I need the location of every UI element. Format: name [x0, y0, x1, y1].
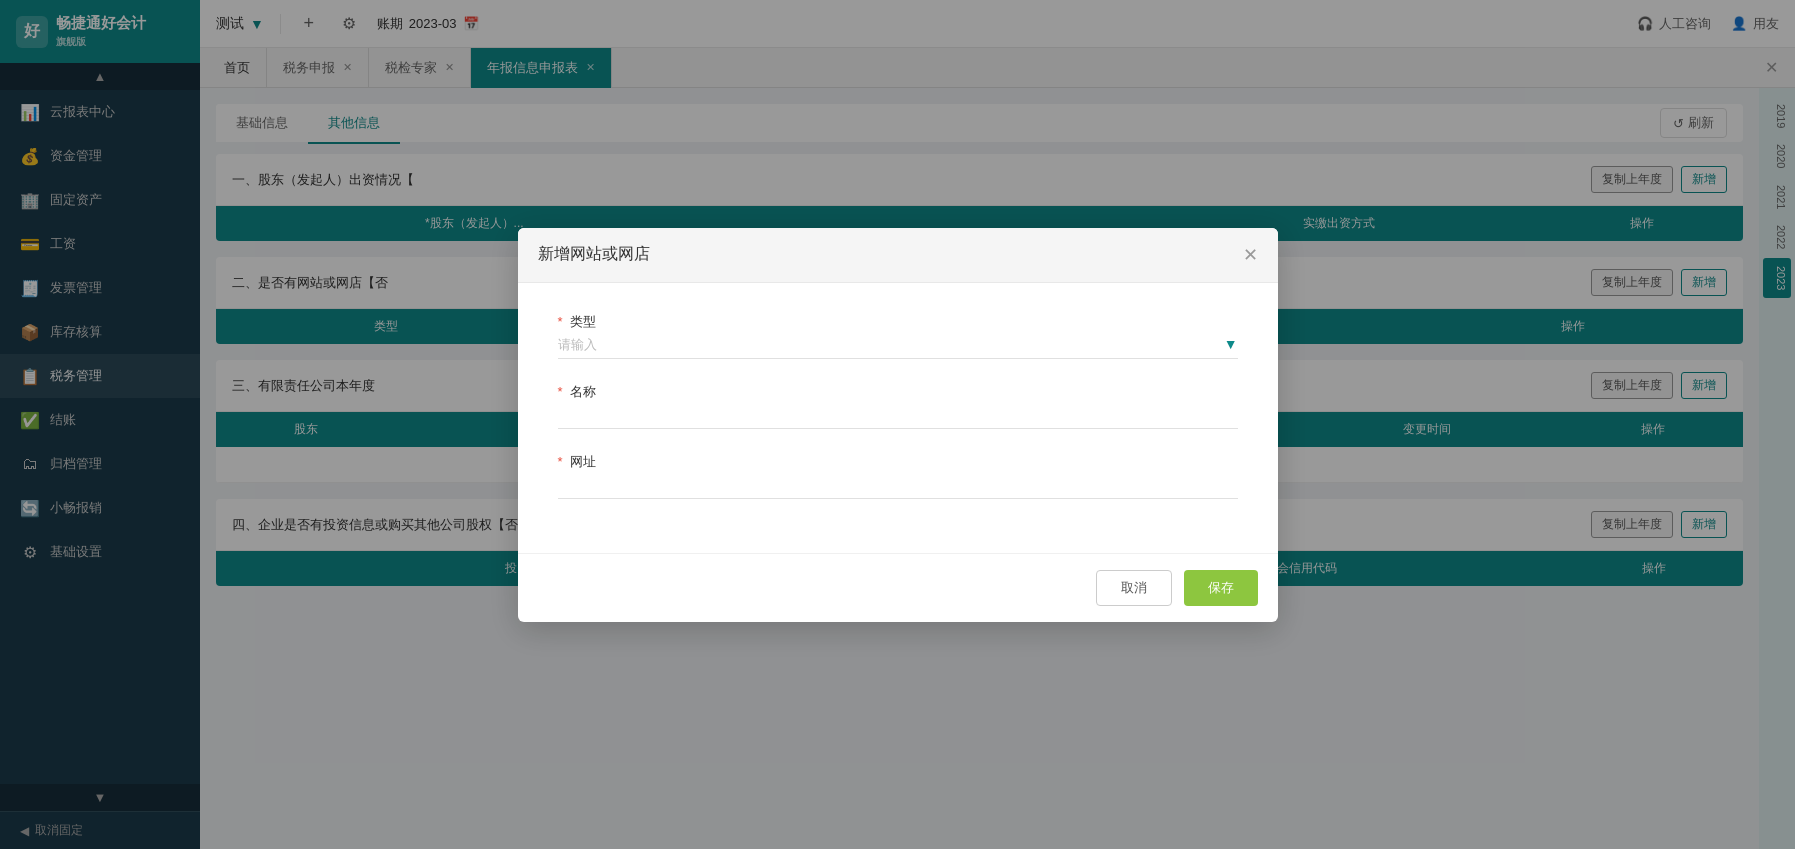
form-row-type: * 类型 ▼ [558, 313, 1238, 359]
modal-add-website: 新增网站或网店 ✕ * 类型 ▼ * 名称 * 网址 [518, 228, 1278, 622]
url-label-text: 网址 [570, 454, 596, 469]
type-input[interactable] [558, 331, 1224, 358]
type-chevron-icon[interactable]: ▼ [1224, 336, 1238, 352]
modal-title: 新增网站或网店 [538, 244, 650, 265]
type-required-star: * [558, 314, 563, 329]
modal-body: * 类型 ▼ * 名称 * 网址 [518, 283, 1278, 553]
type-label-text: 类型 [570, 314, 596, 329]
modal-overlay: 新增网站或网店 ✕ * 类型 ▼ * 名称 * 网址 [0, 0, 1795, 849]
save-button[interactable]: 保存 [1184, 570, 1258, 606]
form-row-url: * 网址 [558, 453, 1238, 499]
name-label-text: 名称 [570, 384, 596, 399]
cancel-button[interactable]: 取消 [1096, 570, 1172, 606]
modal-close-button[interactable]: ✕ [1243, 244, 1258, 266]
url-input[interactable] [558, 471, 1238, 499]
name-input[interactable] [558, 401, 1238, 429]
modal-footer: 取消 保存 [518, 553, 1278, 622]
type-select-wrapper: ▼ [558, 331, 1238, 359]
url-required-star: * [558, 454, 563, 469]
form-row-name: * 名称 [558, 383, 1238, 429]
name-required-star: * [558, 384, 563, 399]
modal-header: 新增网站或网店 ✕ [518, 228, 1278, 283]
